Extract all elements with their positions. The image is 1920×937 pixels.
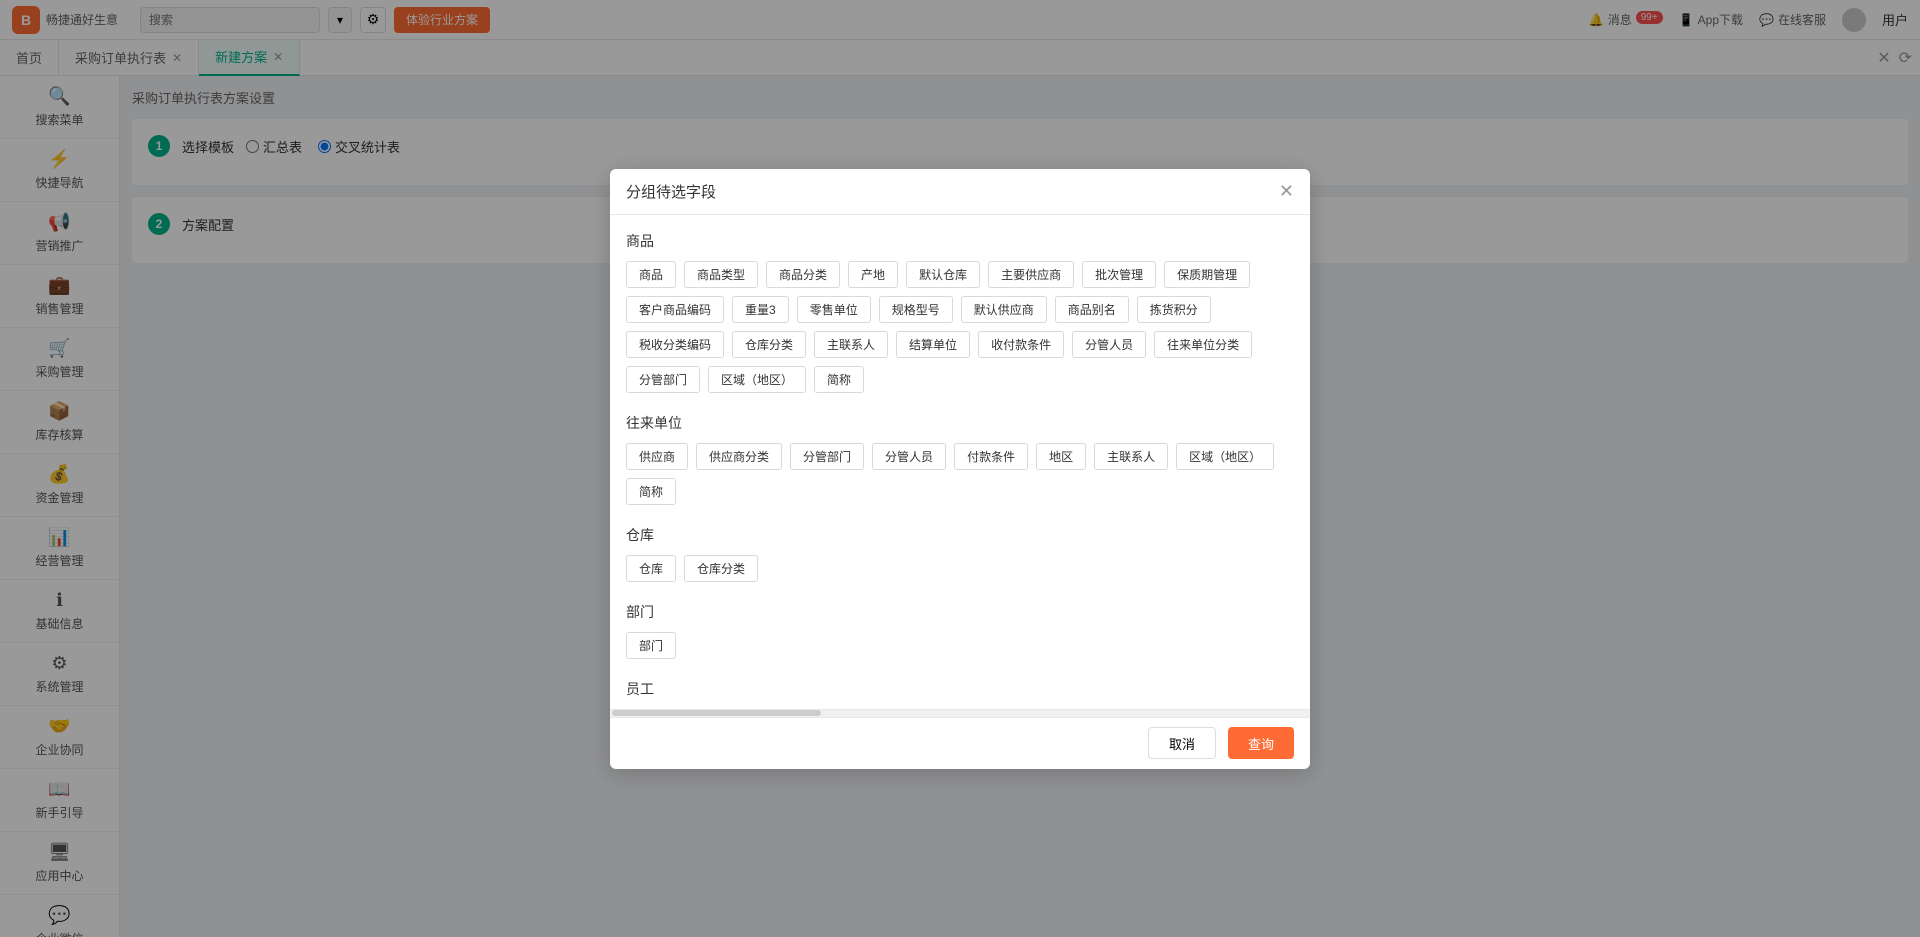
field-tag[interactable]: 产地 — [848, 261, 898, 288]
confirm-btn[interactable]: 查询 — [1228, 727, 1294, 759]
field-tag[interactable]: 分管部门 — [626, 366, 700, 393]
field-tag[interactable]: 供应商分类 — [696, 443, 782, 470]
field-tag[interactable]: 商品别名 — [1055, 296, 1129, 323]
dialog-header: 分组待选字段 ✕ — [610, 169, 1310, 215]
field-tag[interactable]: 拣货积分 — [1137, 296, 1211, 323]
field-tag[interactable]: 税收分类编码 — [626, 331, 724, 358]
modal-overlay: 分组待选字段 ✕ 商品 商品 商品类型 商品分类 产地 默认仓库 主要供应商 批… — [0, 0, 1920, 937]
section-goods-title: 商品 — [626, 231, 1294, 251]
field-tag[interactable]: 付款条件 — [954, 443, 1028, 470]
field-tag[interactable]: 分管人员 — [872, 443, 946, 470]
field-tag[interactable]: 区域（地区） — [1176, 443, 1274, 470]
cancel-btn[interactable]: 取消 — [1148, 727, 1216, 759]
section-employee-title: 员工 — [626, 679, 1294, 699]
field-tag[interactable]: 仓库分类 — [684, 555, 758, 582]
field-tag[interactable]: 批次管理 — [1082, 261, 1156, 288]
field-tag[interactable]: 结算单位 — [896, 331, 970, 358]
dialog-hscrollbar[interactable] — [610, 709, 1310, 717]
department-tags: 部门 — [626, 632, 1294, 659]
field-tag[interactable]: 规格型号 — [879, 296, 953, 323]
section-partner-title: 往来单位 — [626, 413, 1294, 433]
field-tag[interactable]: 地区 — [1036, 443, 1086, 470]
dialog-footer: 取消 查询 — [610, 717, 1310, 769]
section-warehouse: 仓库 仓库 仓库分类 — [626, 525, 1294, 582]
field-tag[interactable]: 简称 — [814, 366, 864, 393]
field-tag[interactable]: 简称 — [626, 478, 676, 505]
field-tag[interactable]: 重量3 — [732, 296, 789, 323]
field-tag[interactable]: 仓库 — [626, 555, 676, 582]
field-tag[interactable]: 仓库分类 — [732, 331, 806, 358]
partner-tags: 供应商 供应商分类 分管部门 分管人员 付款条件 地区 主联系人 区域（地区） … — [626, 443, 1294, 505]
field-tag[interactable]: 主联系人 — [1094, 443, 1168, 470]
dialog-close-btn[interactable]: ✕ — [1279, 181, 1294, 202]
field-tag[interactable]: 主联系人 — [814, 331, 888, 358]
field-tag[interactable]: 部门 — [626, 632, 676, 659]
field-select-dialog: 分组待选字段 ✕ 商品 商品 商品类型 商品分类 产地 默认仓库 主要供应商 批… — [610, 169, 1310, 769]
field-tag[interactable]: 收付款条件 — [978, 331, 1064, 358]
field-tag[interactable]: 主要供应商 — [988, 261, 1074, 288]
field-tag[interactable]: 商品分类 — [766, 261, 840, 288]
field-tag[interactable]: 分管部门 — [790, 443, 864, 470]
goods-tags: 商品 商品类型 商品分类 产地 默认仓库 主要供应商 批次管理 保质期管理 客户… — [626, 261, 1294, 393]
field-tag[interactable]: 保质期管理 — [1164, 261, 1250, 288]
field-tag[interactable]: 默认仓库 — [906, 261, 980, 288]
field-tag[interactable]: 零售单位 — [797, 296, 871, 323]
field-tag[interactable]: 往来单位分类 — [1154, 331, 1252, 358]
dialog-hscrollbar-thumb — [612, 710, 821, 716]
field-tag[interactable]: 客户商品编码 — [626, 296, 724, 323]
section-department: 部门 部门 — [626, 602, 1294, 659]
field-tag[interactable]: 默认供应商 — [961, 296, 1047, 323]
warehouse-tags: 仓库 仓库分类 — [626, 555, 1294, 582]
section-partner: 往来单位 供应商 供应商分类 分管部门 分管人员 付款条件 地区 主联系人 区域… — [626, 413, 1294, 505]
field-tag[interactable]: 供应商 — [626, 443, 688, 470]
section-goods: 商品 商品 商品类型 商品分类 产地 默认仓库 主要供应商 批次管理 保质期管理… — [626, 231, 1294, 393]
field-tag[interactable]: 分管人员 — [1072, 331, 1146, 358]
dialog-title: 分组待选字段 — [626, 181, 716, 202]
field-tag[interactable]: 商品 — [626, 261, 676, 288]
field-tag[interactable]: 区域（地区） — [708, 366, 806, 393]
section-warehouse-title: 仓库 — [626, 525, 1294, 545]
section-employee: 员工 业务员 — [626, 679, 1294, 709]
dialog-body[interactable]: 商品 商品 商品类型 商品分类 产地 默认仓库 主要供应商 批次管理 保质期管理… — [610, 215, 1310, 709]
field-tag[interactable]: 商品类型 — [684, 261, 758, 288]
section-department-title: 部门 — [626, 602, 1294, 622]
